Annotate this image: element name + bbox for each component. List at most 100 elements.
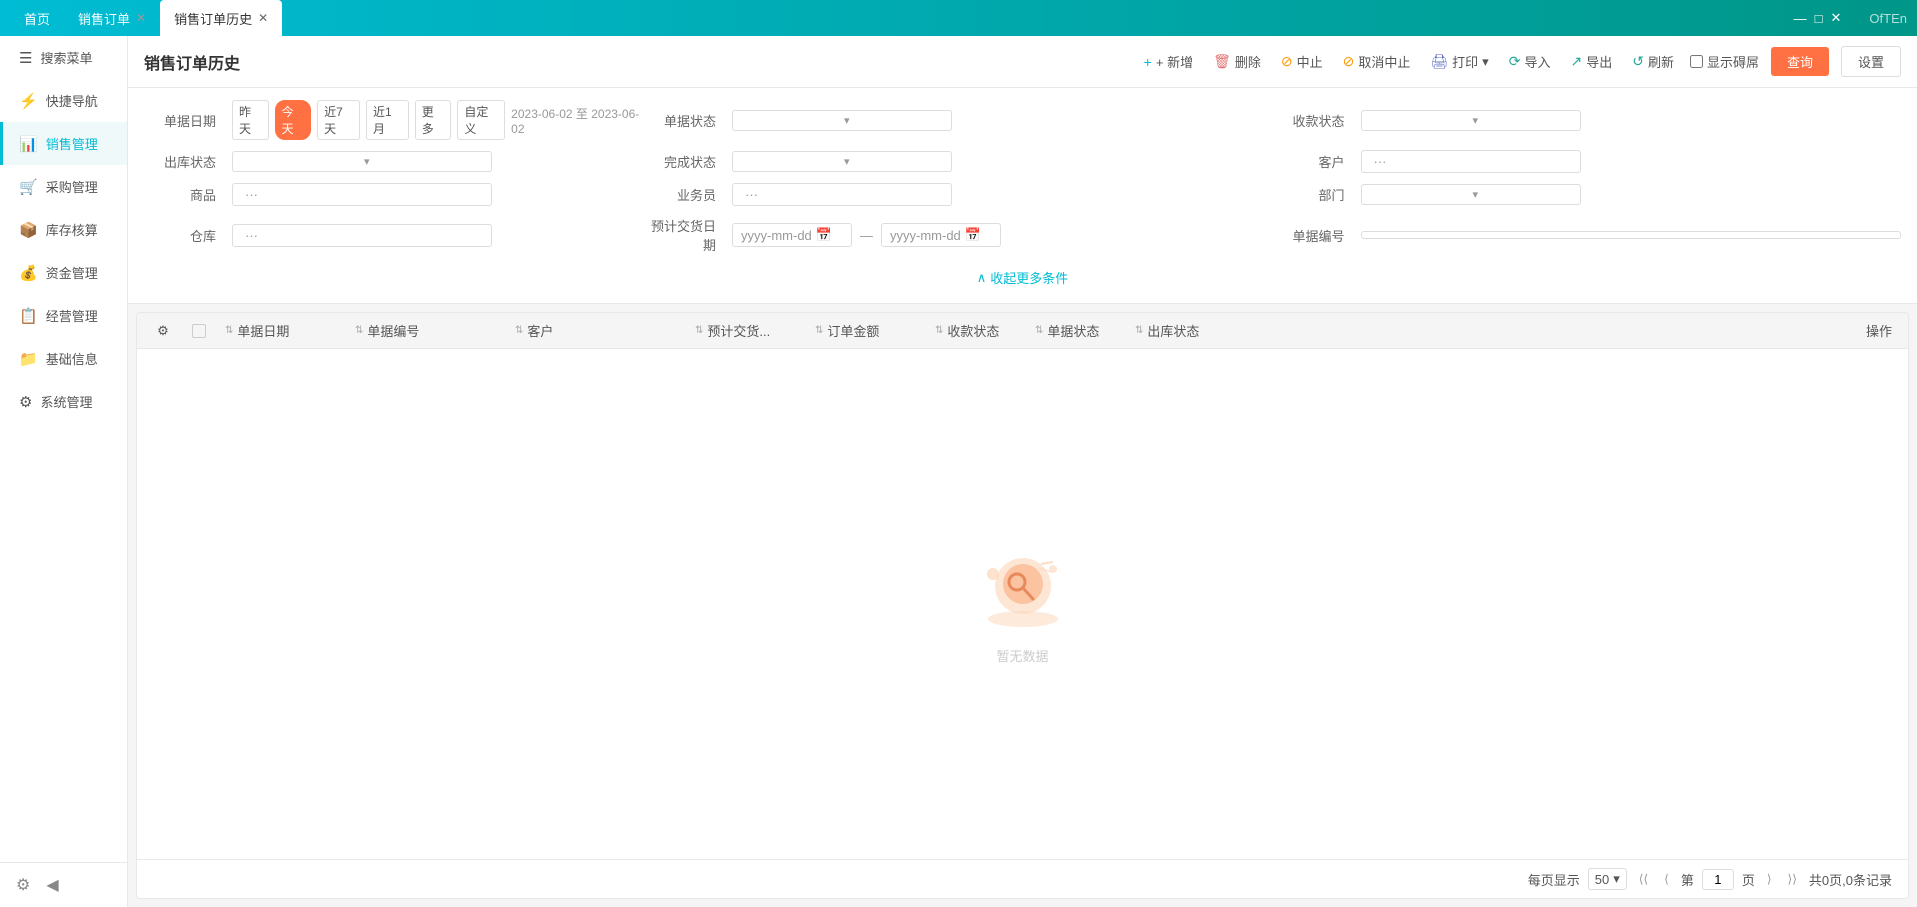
settings-button[interactable]: 设置 xyxy=(1841,46,1901,77)
warehouse-input[interactable]: ··· xyxy=(232,224,492,247)
th-settings[interactable]: ⚙ xyxy=(145,323,181,339)
prev-page-btn[interactable]: ⟨ xyxy=(1660,870,1673,888)
th-customer[interactable]: ⇅ 客户 xyxy=(507,321,687,340)
th-checkbox[interactable] xyxy=(181,324,217,338)
last-page-btn[interactable]: ⟩⟩ xyxy=(1784,870,1801,888)
empty-text: 暂无数据 xyxy=(996,646,1048,665)
sidebar-item-inventory[interactable]: 📦 库存核算 xyxy=(0,208,127,251)
delivery-date-end[interactable]: yyyy-mm-dd 📅 xyxy=(881,223,1001,247)
print-button[interactable]: 🖨 打印 ▾ xyxy=(1426,50,1492,73)
maximize-btn[interactable]: □ xyxy=(1815,11,1823,26)
query-button[interactable]: 查询 xyxy=(1771,47,1829,76)
window-close-btn[interactable]: ✕ xyxy=(1831,10,1842,26)
next-page-btn[interactable]: ⟩ xyxy=(1763,870,1776,888)
sidebar-item-search-menu[interactable]: ☰ 搜索菜单 xyxy=(0,36,127,79)
date-today-btn[interactable]: 今天 xyxy=(275,100,312,140)
complete-status-section: 完成状态 ▾ xyxy=(644,151,1273,172)
tab-home[interactable]: + 新增 首页 xyxy=(10,0,64,36)
th-payment-label: 收款状态 xyxy=(947,321,999,340)
sidebar-item-operations[interactable]: 📋 经营管理 xyxy=(0,294,127,337)
date-7days-btn[interactable]: 近7天 xyxy=(317,100,360,140)
display-cols-checkbox[interactable] xyxy=(1690,55,1703,68)
dept-section: 部门 ▾ xyxy=(1273,184,1902,205)
wh-status-label: 出库状态 xyxy=(144,152,224,171)
date-filter-section: 单据日期 昨天 今天 近7天 近1月 更多 自定义 2023-06-02 至 2… xyxy=(144,100,644,140)
refresh-button[interactable]: ↺ 刷新 xyxy=(1628,50,1678,73)
tab-sales-history-close[interactable]: ✕ xyxy=(258,11,268,25)
customer-dots[interactable]: ··· xyxy=(1370,154,1391,169)
calendar-start-icon[interactable]: 📅 xyxy=(816,227,832,243)
th-delivery[interactable]: ⇅ 预计交货... xyxy=(687,321,807,340)
th-date-label: 单据日期 xyxy=(237,321,289,340)
th-order-status[interactable]: ⇅ 单据状态 xyxy=(1027,321,1127,340)
payment-status-label: 收款状态 xyxy=(1273,111,1353,130)
sort-payment-icon: ⇅ xyxy=(935,325,943,336)
th-date[interactable]: ⇅ 单据日期 xyxy=(217,321,347,340)
th-amount[interactable]: ⇅ 订单金额 xyxy=(807,321,927,340)
sidebar-item-basic-info[interactable]: 📁 基础信息 xyxy=(0,337,127,380)
date-range-text: 2023-06-02 至 2023-06-02 xyxy=(511,105,644,136)
calendar-end-icon[interactable]: 📅 xyxy=(965,227,981,243)
delete-button[interactable]: 🗑 删除 xyxy=(1209,50,1265,73)
delivery-date-label: 预计交货日期 xyxy=(644,216,724,254)
sidebar: ☰ 搜索菜单 ⚡ 快捷导航 📊 销售管理 🛒 采购管理 📦 库存核算 💰 资金管… xyxy=(0,36,128,907)
th-no[interactable]: ⇅ 单据编号 xyxy=(347,321,507,340)
first-page-btn[interactable]: ⟨⟨ xyxy=(1635,870,1652,888)
date-yesterday-btn[interactable]: 昨天 xyxy=(232,100,269,140)
order-no-label: 单据编号 xyxy=(1273,226,1353,245)
new-button[interactable]: + + 新增 xyxy=(1140,50,1197,73)
sidebar-settings-icon[interactable]: ⚙ xyxy=(16,875,30,895)
window-controls: — □ ✕ OfTEn xyxy=(1794,10,1907,26)
order-no-input[interactable] xyxy=(1361,231,1902,239)
wh-status-select[interactable]: ▾ xyxy=(232,151,492,172)
cancel-stop-button[interactable]: ⊘ 取消中止 xyxy=(1339,50,1415,73)
th-payment-status[interactable]: ⇅ 收款状态 xyxy=(927,321,1027,340)
goods-dots[interactable]: ··· xyxy=(241,187,262,202)
order-status-select[interactable]: ▾ xyxy=(732,110,952,131)
export-button[interactable]: ↗ 导出 xyxy=(1566,50,1616,73)
complete-status-select[interactable]: ▾ xyxy=(732,151,952,172)
sidebar-item-quick-nav[interactable]: ⚡ 快捷导航 xyxy=(0,79,127,122)
tab-home-label: 首页 xyxy=(24,9,50,28)
stop-button[interactable]: ⊘ 中止 xyxy=(1277,50,1327,73)
warehouse-dots[interactable]: ··· xyxy=(241,228,262,243)
import-button[interactable]: ⟳ 导入 xyxy=(1505,50,1555,73)
payment-status-select[interactable]: ▾ xyxy=(1361,110,1581,131)
select-all-checkbox[interactable] xyxy=(192,324,206,338)
delivery-date-start[interactable]: yyyy-mm-dd 📅 xyxy=(732,223,852,247)
collapse-label: 收起更多条件 xyxy=(990,268,1068,287)
tab-sales-order-label: 销售订单 xyxy=(78,9,130,28)
date-more-btn[interactable]: 更多 xyxy=(415,100,452,140)
date-1month-btn[interactable]: 近1月 xyxy=(366,100,409,140)
salesperson-input[interactable]: ··· xyxy=(732,183,952,206)
dept-select[interactable]: ▾ xyxy=(1361,184,1581,205)
empty-illustration xyxy=(973,544,1073,634)
date-custom-btn[interactable]: 自定义 xyxy=(457,100,505,140)
order-status-label: 单据状态 xyxy=(644,111,724,130)
dept-arrow: ▾ xyxy=(1473,188,1572,201)
page-size-select[interactable]: 50 ▾ xyxy=(1588,868,1627,890)
sidebar-item-finance[interactable]: 💰 资金管理 xyxy=(0,251,127,294)
th-wh-status[interactable]: ⇅ 出库状态 xyxy=(1127,321,1227,340)
sidebar-item-sales-mgmt[interactable]: 📊 销售管理 xyxy=(0,122,127,165)
tab-sales-order-close[interactable]: ✕ xyxy=(136,11,146,25)
top-bar: + 新增 首页 销售订单 ✕ 销售订单历史 ✕ — □ ✕ OfTEn xyxy=(0,0,1917,36)
sidebar-item-purchase-mgmt[interactable]: 🛒 采购管理 xyxy=(0,165,127,208)
page-size-arrow: ▾ xyxy=(1613,871,1620,887)
payment-status-section: 收款状态 ▾ xyxy=(1273,110,1902,131)
customer-input[interactable]: ··· xyxy=(1361,150,1581,173)
tab-sales-history[interactable]: 销售订单历史 ✕ xyxy=(160,0,282,36)
display-cols-toggle[interactable]: 显示碍屌 xyxy=(1690,52,1759,71)
salesperson-dots[interactable]: ··· xyxy=(741,187,762,202)
sidebar-item-system-mgmt[interactable]: ⚙ 系统管理 xyxy=(0,380,127,423)
tab-sales-order[interactable]: 销售订单 ✕ xyxy=(64,0,160,36)
sidebar-purchase-mgmt-label: 采购管理 xyxy=(46,177,98,196)
collapse-bar[interactable]: ∧ 收起更多条件 xyxy=(144,264,1901,291)
sidebar-bottom: ⚙ ◀ xyxy=(0,862,127,907)
customer-label: 客户 xyxy=(1273,152,1353,171)
goods-input[interactable]: ··· xyxy=(232,183,492,206)
minimize-btn[interactable]: — xyxy=(1794,11,1807,26)
print-label: 打印 xyxy=(1452,52,1478,71)
sidebar-collapse-icon[interactable]: ◀ xyxy=(46,875,58,895)
page-number-input[interactable] xyxy=(1702,869,1734,890)
